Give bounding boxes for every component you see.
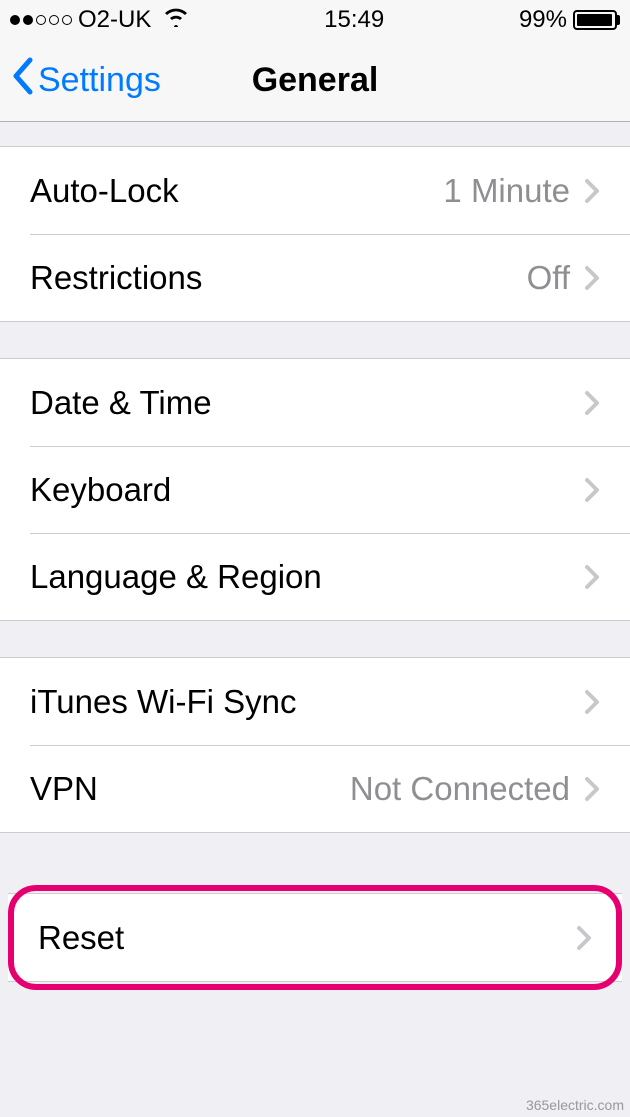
cell-label: Keyboard: [30, 471, 584, 509]
settings-group: Auto-Lock 1 Minute Restrictions Off: [0, 146, 630, 322]
cell-value: 1 Minute: [443, 172, 570, 210]
cell-label: iTunes Wi-Fi Sync: [30, 683, 584, 721]
chevron-right-icon: [584, 477, 600, 503]
nav-bar: Settings General: [0, 40, 630, 122]
clock-label: 15:49: [324, 6, 384, 34]
battery-icon: [573, 10, 620, 30]
signal-strength-icon: [10, 15, 72, 25]
cell-restrictions[interactable]: Restrictions Off: [0, 234, 630, 321]
status-bar: O2-UK 15:49 99%: [0, 0, 630, 40]
cell-value: Not Connected: [350, 770, 570, 808]
chevron-right-icon: [584, 265, 600, 291]
status-right: 99%: [519, 6, 620, 34]
back-label: Settings: [38, 61, 161, 100]
chevron-right-icon: [584, 178, 600, 204]
chevron-right-icon: [584, 564, 600, 590]
watermark-label: 365electric.com: [526, 1097, 624, 1113]
cell-label: Auto-Lock: [30, 172, 443, 210]
cell-value: Off: [527, 259, 570, 297]
chevron-right-icon: [584, 689, 600, 715]
cell-keyboard[interactable]: Keyboard: [0, 446, 630, 533]
battery-percent-label: 99%: [519, 6, 567, 34]
cell-label: VPN: [30, 770, 350, 808]
cell-label: Language & Region: [30, 558, 584, 596]
highlighted-area: Reset: [0, 893, 630, 982]
cell-auto-lock[interactable]: Auto-Lock 1 Minute: [0, 147, 630, 234]
cell-vpn[interactable]: VPN Not Connected: [0, 745, 630, 832]
carrier-label: O2-UK: [78, 6, 151, 34]
cell-reset[interactable]: Reset: [8, 894, 622, 981]
status-left: O2-UK: [10, 6, 189, 34]
cell-language-region[interactable]: Language & Region: [0, 533, 630, 620]
chevron-left-icon: [10, 56, 34, 105]
wifi-icon: [163, 6, 189, 34]
cell-itunes-wifi-sync[interactable]: iTunes Wi-Fi Sync: [0, 658, 630, 745]
chevron-right-icon: [584, 776, 600, 802]
cell-label: Restrictions: [30, 259, 527, 297]
page-title: General: [252, 61, 379, 100]
back-button[interactable]: Settings: [0, 56, 161, 105]
settings-group: Date & Time Keyboard Language & Region: [0, 358, 630, 621]
chevron-right-icon: [584, 390, 600, 416]
chevron-right-icon: [576, 925, 592, 951]
settings-group: iTunes Wi-Fi Sync VPN Not Connected: [0, 657, 630, 833]
cell-label: Reset: [38, 919, 576, 957]
cell-label: Date & Time: [30, 384, 584, 422]
cell-date-time[interactable]: Date & Time: [0, 359, 630, 446]
